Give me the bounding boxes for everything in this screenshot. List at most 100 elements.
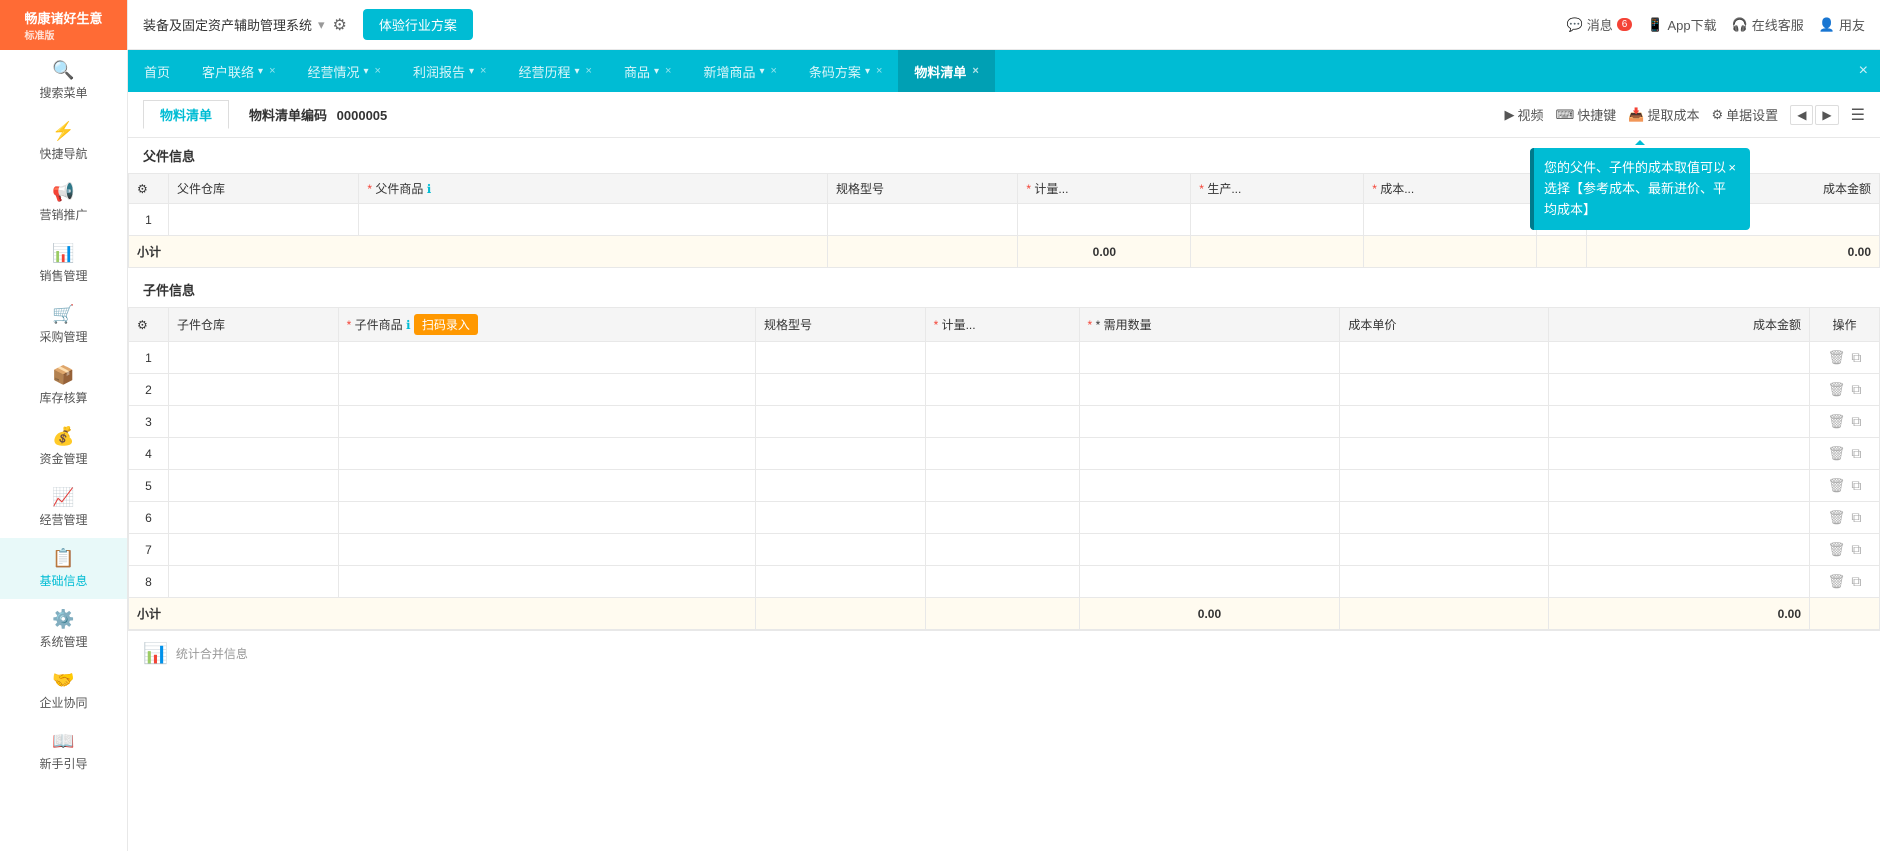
parent-row1-production[interactable] [1191,204,1364,236]
child-row-unit-cost[interactable] [1340,566,1549,598]
prev-record-btn[interactable]: ◀ [1790,105,1813,125]
sidebar-item-operation[interactable]: 📈 经营管理 [0,477,127,538]
child-row-product[interactable] [338,534,755,566]
tab-new-product-close[interactable]: × [770,65,776,77]
copy-icon[interactable]: ⧉ [1851,477,1861,494]
tab-bom[interactable]: 物料清单 × [898,50,994,92]
child-row-quantity[interactable] [1079,406,1340,438]
tooltip-close-btn[interactable]: × [1728,158,1736,179]
child-row-unit-cost[interactable] [1340,374,1549,406]
delete-icon[interactable]: 🗑 [1828,381,1846,398]
tab-barcode[interactable]: 条码方案 ▾ × [793,50,898,92]
parent-row1-cost[interactable] [1364,204,1537,236]
copy-icon[interactable]: ⧉ [1851,445,1861,462]
child-row-quantity[interactable] [1079,470,1340,502]
child-row-unit[interactable] [925,342,1079,374]
delete-icon[interactable]: 🗑 [1828,477,1846,494]
list-view-icon[interactable]: ☰ [1851,105,1865,125]
child-row-unit-cost[interactable] [1340,342,1549,374]
child-row-warehouse[interactable] [169,342,339,374]
child-row-unit-cost[interactable] [1340,438,1549,470]
tab-products[interactable]: 商品 ▾ × [608,50,687,92]
delete-icon[interactable]: 🗑 [1828,509,1846,526]
child-row-spec[interactable] [755,470,925,502]
sidebar-item-guide[interactable]: 📖 新手引导 [0,721,127,782]
parent-row1-unit[interactable] [1018,204,1191,236]
child-row-warehouse[interactable] [169,438,339,470]
child-row-spec[interactable] [755,406,925,438]
tab-barcode-close[interactable]: × [876,65,882,77]
child-row-unit[interactable] [925,438,1079,470]
child-row-warehouse[interactable] [169,470,339,502]
delete-icon[interactable]: 🗑 [1828,573,1846,590]
parent-row1-warehouse[interactable] [169,204,359,236]
tab-new-product[interactable]: 新增商品 ▾ × [687,50,792,92]
close-all-tabs-btn[interactable]: × [1847,62,1880,80]
shortcut-action[interactable]: ⌨ 快捷键 [1556,105,1617,124]
copy-icon[interactable]: ⧉ [1851,541,1861,558]
sidebar-item-collab[interactable]: 🤝 企业协同 [0,660,127,721]
page-tab-bom-list[interactable]: 物料清单 [143,100,229,129]
tab-operation-status[interactable]: 经营情况 ▾ × [292,50,397,92]
child-row-warehouse[interactable] [169,566,339,598]
child-row-warehouse[interactable] [169,406,339,438]
view-action[interactable]: ▶ 视频 [1505,105,1544,124]
gear-icon[interactable]: ⚙ [333,15,347,35]
child-row-unit-cost[interactable] [1340,470,1549,502]
child-row-quantity[interactable] [1079,438,1340,470]
parent-col-settings[interactable]: ⚙ [129,174,169,204]
sidebar-item-sales[interactable]: 📊 销售管理 [0,233,127,294]
child-row-quantity[interactable] [1079,374,1340,406]
child-row-warehouse[interactable] [169,502,339,534]
sidebar-item-purchase[interactable]: 🛒 采购管理 [0,294,127,355]
child-row-product[interactable] [338,438,755,470]
tab-profit[interactable]: 利润报告 ▾ × [397,50,502,92]
cost-action[interactable]: 📥 提取成本 [1628,105,1699,124]
child-row-product[interactable] [338,566,755,598]
user-btn[interactable]: 👤 用友 [1819,15,1865,34]
child-row-product[interactable] [338,502,755,534]
child-col-settings[interactable]: ⚙ [129,308,169,342]
delete-icon[interactable]: 🗑 [1828,541,1846,558]
child-row-unit[interactable] [925,374,1079,406]
delete-icon[interactable]: 🗑 [1828,413,1846,430]
settings-action[interactable]: ⚙ 单据设置 [1712,105,1779,124]
copy-icon[interactable]: ⧉ [1851,509,1861,526]
child-row-unit[interactable] [925,502,1079,534]
copy-icon[interactable]: ⧉ [1851,573,1861,590]
delete-icon[interactable]: 🗑 [1828,349,1846,366]
sidebar-item-marketing[interactable]: 📢 营销推广 [0,172,127,233]
child-row-quantity[interactable] [1079,342,1340,374]
next-record-btn[interactable]: ▶ [1815,105,1838,125]
child-row-spec[interactable] [755,342,925,374]
message-btn[interactable]: 💬 消息 6 [1567,15,1633,34]
parent-row1-product[interactable] [359,204,828,236]
tab-operation-status-close[interactable]: × [375,65,381,77]
sidebar-item-finance[interactable]: 💰 资金管理 [0,416,127,477]
child-row-quantity[interactable] [1079,566,1340,598]
child-row-unit-cost[interactable] [1340,502,1549,534]
tab-customer-close[interactable]: × [269,65,275,77]
child-row-quantity[interactable] [1079,534,1340,566]
child-row-quantity[interactable] [1079,502,1340,534]
child-row-spec[interactable] [755,534,925,566]
copy-icon[interactable]: ⧉ [1851,381,1861,398]
copy-icon[interactable]: ⧉ [1851,349,1861,366]
child-row-product[interactable] [338,470,755,502]
tab-home[interactable]: 首页 [128,50,186,92]
child-row-product[interactable] [338,406,755,438]
tab-operation-history-close[interactable]: × [586,65,592,77]
sidebar-item-system[interactable]: ⚙️ 系统管理 [0,599,127,660]
child-row-spec[interactable] [755,374,925,406]
child-row-spec[interactable] [755,566,925,598]
tab-customer[interactable]: 客户联络 ▾ × [186,50,291,92]
child-row-warehouse[interactable] [169,534,339,566]
child-row-product[interactable] [338,374,755,406]
app-download-btn[interactable]: 📱 App下载 [1647,15,1716,34]
tab-products-close[interactable]: × [665,65,671,77]
child-row-spec[interactable] [755,502,925,534]
trial-btn[interactable]: 体验行业方案 [363,9,473,40]
tab-bom-close[interactable]: × [972,65,978,77]
dropdown-arrow-icon[interactable]: ▾ [318,17,325,33]
sidebar-item-inventory[interactable]: 📦 库存核算 [0,355,127,416]
